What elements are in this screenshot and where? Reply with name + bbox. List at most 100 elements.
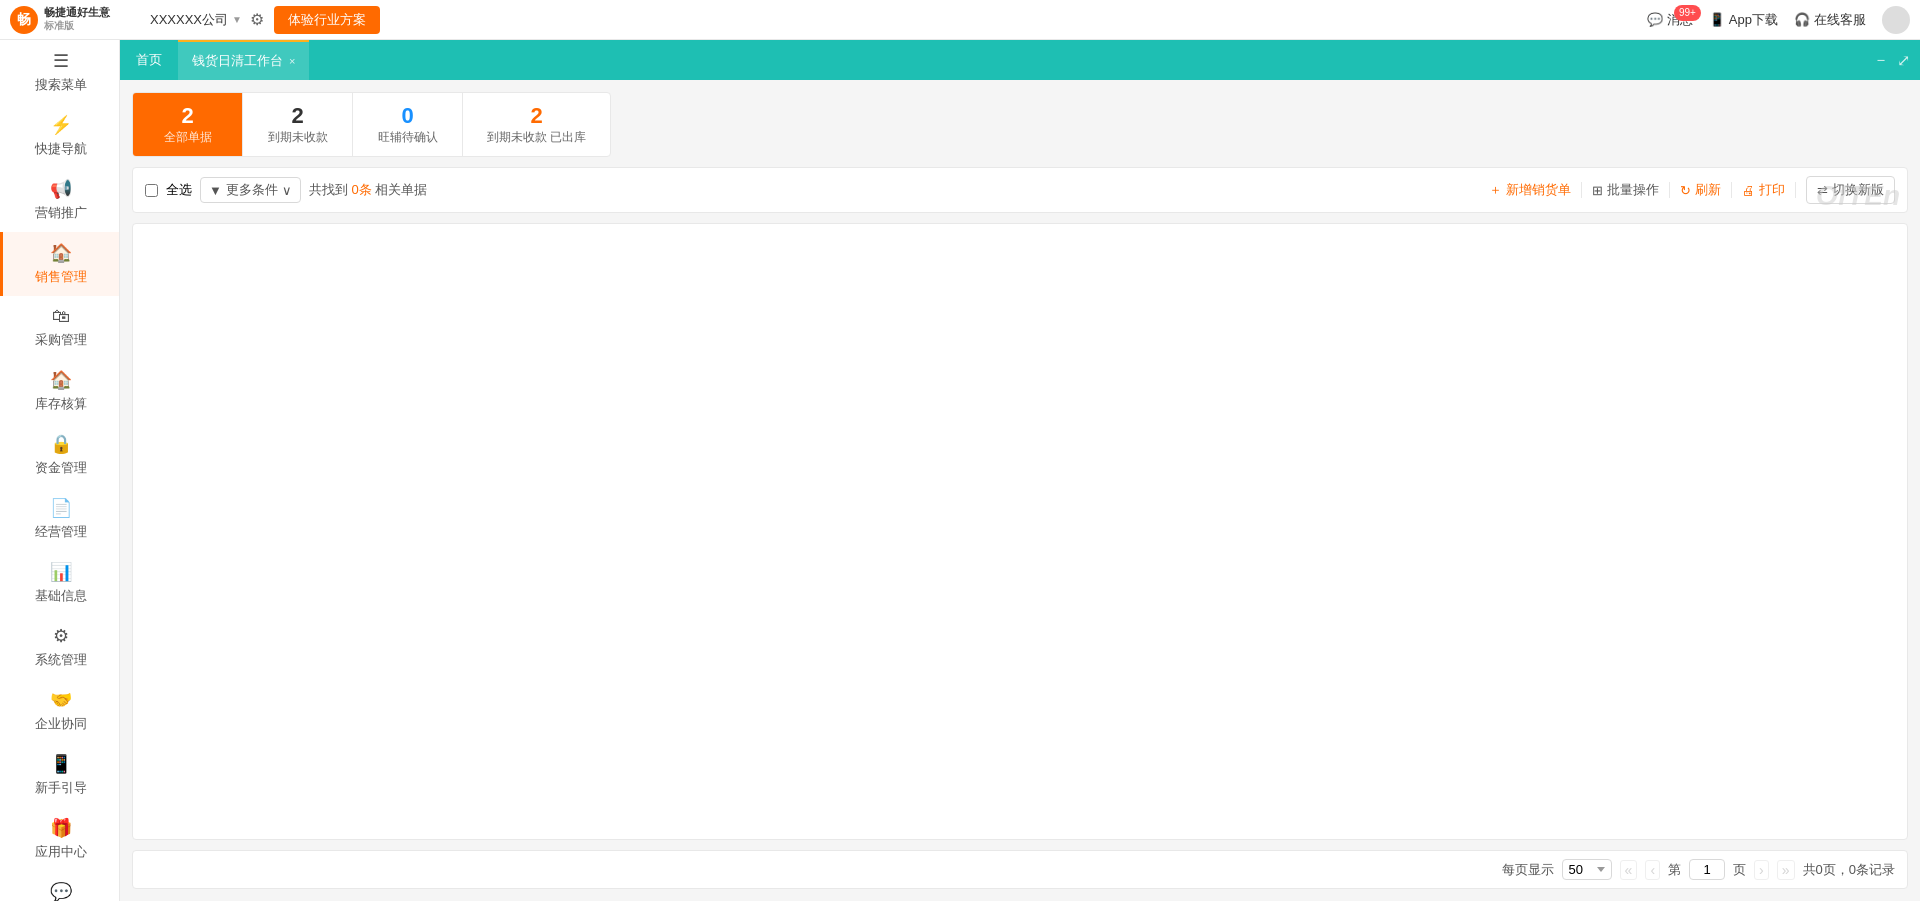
top-header: 畅 畅捷通好生意 标准版 XXXXXX公司 ▼ ⚙ 体验行业方案 💬 消息 99… bbox=[0, 0, 1920, 40]
sidebar-label-finance: 资金管理 bbox=[35, 459, 87, 477]
app-download-icon: 📱 bbox=[1709, 12, 1725, 27]
sidebar-label-inventory: 库存核算 bbox=[35, 395, 87, 413]
tab-active-label: 钱货日清工作台 bbox=[192, 52, 283, 70]
sidebar-item-base-info[interactable]: 📊 基础信息 bbox=[0, 551, 119, 615]
print-button[interactable]: 🖨 打印 bbox=[1742, 181, 1785, 199]
sidebar-item-purchase[interactable]: 🛍 采购管理 bbox=[0, 296, 119, 359]
refresh-label: 刷新 bbox=[1695, 181, 1721, 199]
stat-tab-overdue[interactable]: 2 到期未收款 bbox=[243, 93, 353, 156]
marketing-icon: 📢 bbox=[50, 178, 72, 200]
toolbar: 全选 ▼ 更多条件 ∨ 共找到 0条 相关单据 ＋ 新增销货单 bbox=[132, 167, 1908, 213]
stat-tab-overdue-label: 到期未收款 bbox=[267, 129, 328, 146]
per-page-label: 每页显示 bbox=[1502, 861, 1554, 879]
sidebar-label-app-center: 应用中心 bbox=[35, 843, 87, 861]
page-content: 2 全部单据 2 到期未收款 0 旺辅待确认 2 到期未收款 已出库 bbox=[120, 80, 1920, 901]
app-version: 标准版 bbox=[44, 19, 110, 33]
batch-icon: ⊞ bbox=[1592, 183, 1603, 198]
filter-icon: ▼ bbox=[209, 183, 222, 198]
experience-button[interactable]: 体验行业方案 bbox=[274, 6, 380, 34]
sidebar-label-guide: 新手引导 bbox=[35, 779, 87, 797]
print-label: 打印 bbox=[1759, 181, 1785, 199]
sidebar-item-system[interactable]: ⚙ 系统管理 bbox=[0, 615, 119, 679]
batch-button[interactable]: ⊞ 批量操作 bbox=[1592, 181, 1659, 199]
message-badge: 99+ bbox=[1674, 5, 1701, 21]
sidebar-item-guide[interactable]: 📱 新手引导 bbox=[0, 743, 119, 807]
stat-tabs: 2 全部单据 2 到期未收款 0 旺辅待确认 2 到期未收款 已出库 bbox=[132, 92, 611, 157]
sidebar-item-enterprise-wechat[interactable]: 💬 企业微信 bbox=[0, 871, 119, 901]
system-icon: ⚙ bbox=[53, 625, 69, 647]
sidebar: ☰ 搜索菜单 ⚡ 快捷导航 📢 营销推广 🏠 销售管理 🛍 采购管理 🏠 库存核… bbox=[0, 40, 120, 901]
stat-tab-overdue-num: 2 bbox=[267, 103, 328, 129]
tab-bar: 首页 钱货日清工作台 × － ⤢ bbox=[120, 40, 1920, 80]
sidebar-item-finance[interactable]: 🔒 资金管理 bbox=[0, 423, 119, 487]
company-name: XXXXXX公司 bbox=[150, 11, 228, 29]
switch-icon: ⇄ bbox=[1817, 183, 1828, 198]
tab-minimize-icon[interactable]: － bbox=[1873, 50, 1889, 71]
filter-button[interactable]: ▼ 更多条件 ∨ bbox=[200, 177, 301, 203]
stat-tab-all-label: 全部单据 bbox=[157, 129, 218, 146]
sidebar-item-sales[interactable]: 🏠 销售管理 bbox=[0, 232, 119, 296]
page-last-button[interactable]: » bbox=[1777, 860, 1795, 880]
sidebar-item-marketing[interactable]: 📢 营销推广 bbox=[0, 168, 119, 232]
filter-dropdown-icon: ∨ bbox=[282, 183, 292, 198]
page-first-button[interactable]: « bbox=[1620, 860, 1638, 880]
page-next-button[interactable]: › bbox=[1754, 860, 1769, 880]
sidebar-item-app-center[interactable]: 🎁 应用中心 bbox=[0, 807, 119, 871]
refresh-icon: ↻ bbox=[1680, 183, 1691, 198]
operations-icon: 📄 bbox=[50, 497, 72, 519]
settings-icon[interactable]: ⚙ bbox=[250, 10, 264, 29]
tab-close-icon[interactable]: × bbox=[289, 55, 295, 67]
stat-tab-overdue-out-num: 2 bbox=[487, 103, 586, 129]
tab-home[interactable]: 首页 bbox=[120, 40, 178, 80]
page-input[interactable] bbox=[1689, 859, 1725, 880]
divider-2 bbox=[1669, 182, 1670, 198]
tab-expand-icon[interactable]: ⤢ bbox=[1897, 51, 1910, 70]
total-info: 共0页，0条记录 bbox=[1803, 861, 1895, 879]
page-label: 第 bbox=[1668, 861, 1681, 879]
per-page-select[interactable]: 50 100 200 bbox=[1562, 859, 1612, 880]
avatar[interactable] bbox=[1882, 6, 1910, 34]
sidebar-item-operations[interactable]: 📄 经营管理 bbox=[0, 487, 119, 551]
page-prev-button[interactable]: ‹ bbox=[1645, 860, 1660, 880]
tab-active[interactable]: 钱货日清工作台 × bbox=[178, 40, 309, 80]
headset-icon: 🎧 bbox=[1794, 12, 1810, 27]
header-right: 💬 消息 99+ 📱 App下载 🎧 在线客服 bbox=[1647, 6, 1910, 34]
app-center-icon: 🎁 bbox=[50, 817, 72, 839]
sidebar-item-enterprise[interactable]: 🤝 企业协同 bbox=[0, 679, 119, 743]
tab-bar-actions: － ⤢ bbox=[1873, 50, 1920, 71]
sidebar-label-search-menu: 搜索菜单 bbox=[35, 76, 87, 94]
app-download-button[interactable]: 📱 App下载 bbox=[1709, 11, 1778, 29]
app-download-label: App下载 bbox=[1729, 11, 1778, 29]
sidebar-item-quick-nav[interactable]: ⚡ 快捷导航 bbox=[0, 104, 119, 168]
message-icon: 💬 bbox=[1647, 12, 1663, 27]
plus-icon: ＋ bbox=[1489, 181, 1502, 199]
found-count: 0条 bbox=[352, 182, 372, 197]
sidebar-item-inventory[interactable]: 🏠 库存核算 bbox=[0, 359, 119, 423]
stat-tab-overdue-out[interactable]: 2 到期未收款 已出库 bbox=[463, 93, 610, 156]
message-button[interactable]: 💬 消息 99+ bbox=[1647, 11, 1693, 29]
found-prefix: 共找到 bbox=[309, 182, 348, 197]
select-all-checkbox[interactable] bbox=[145, 184, 158, 197]
toolbar-left: 全选 ▼ 更多条件 ∨ 共找到 0条 相关单据 bbox=[145, 177, 427, 203]
online-service-button[interactable]: 🎧 在线客服 bbox=[1794, 11, 1866, 29]
company-dropdown-icon: ▼ bbox=[232, 14, 242, 25]
stat-tab-wangpu[interactable]: 0 旺辅待确认 bbox=[353, 93, 463, 156]
divider-3 bbox=[1731, 182, 1732, 198]
page-suffix: 页 bbox=[1733, 861, 1746, 879]
filter-label: 更多条件 bbox=[226, 181, 278, 199]
stat-tab-all[interactable]: 2 全部单据 bbox=[133, 93, 243, 156]
found-suffix: 相关单据 bbox=[375, 182, 427, 197]
refresh-button[interactable]: ↻ 刷新 bbox=[1680, 181, 1721, 199]
stat-tab-wangpu-label: 旺辅待确认 bbox=[377, 129, 438, 146]
company-selector[interactable]: XXXXXX公司 ▼ bbox=[150, 11, 242, 29]
sidebar-label-purchase: 采购管理 bbox=[35, 331, 87, 349]
app-name: 畅捷通好生意 bbox=[44, 6, 110, 19]
sidebar-label-operations: 经营管理 bbox=[35, 523, 87, 541]
switch-version-button[interactable]: ⇄ 切换新版 bbox=[1806, 176, 1895, 204]
new-sale-button[interactable]: ＋ 新增销货单 bbox=[1489, 181, 1571, 199]
sidebar-item-search-menu[interactable]: ☰ 搜索菜单 bbox=[0, 40, 119, 104]
sidebar-label-sales: 销售管理 bbox=[35, 268, 87, 286]
sidebar-label-enterprise: 企业协同 bbox=[35, 715, 87, 733]
toolbar-right: ＋ 新增销货单 ⊞ 批量操作 ↻ 刷新 🖨 bbox=[1489, 176, 1895, 204]
search-menu-icon: ☰ bbox=[53, 50, 69, 72]
